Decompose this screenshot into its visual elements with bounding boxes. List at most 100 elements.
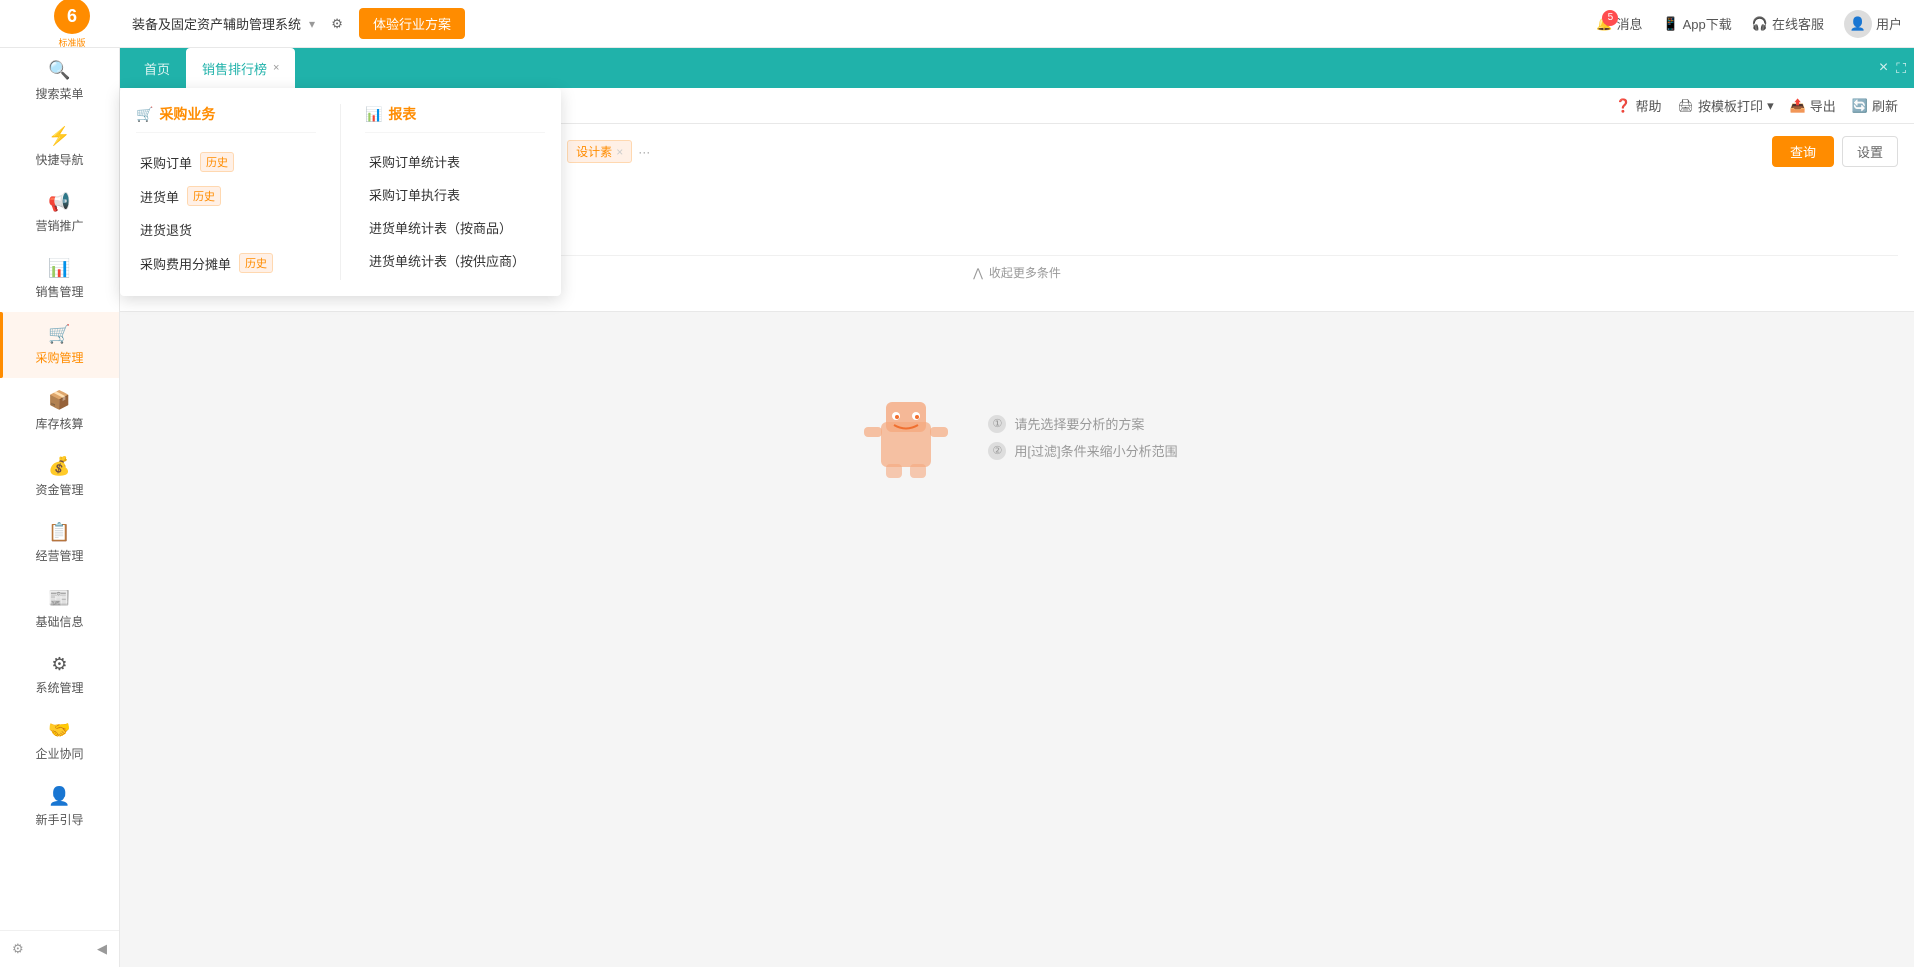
sidebar-item-search[interactable]: 🔍 搜索菜单	[0, 48, 119, 114]
report-inbound-goods-label: 进货单统计表（按商品）	[369, 218, 512, 237]
refresh-label: 刷新	[1872, 96, 1898, 115]
operations-icon: 📋	[48, 522, 70, 543]
industry-button[interactable]: 体验行业方案	[359, 8, 465, 39]
empty-robot-svg	[856, 392, 956, 482]
settings-icon-btn[interactable]: ⚙	[323, 10, 351, 38]
sidebar-collapse-icon[interactable]: ◀	[97, 941, 107, 957]
dropdown-item-purchase-order[interactable]: 采购订单 历史	[136, 145, 316, 179]
dropdown-item-report-inbound-supplier[interactable]: 进货单统计表（按供应商）	[365, 244, 545, 277]
dropdown-item-report-order-stat[interactable]: 采购订单统计表	[365, 145, 545, 178]
print-label: 按模板打印	[1698, 96, 1763, 115]
goods-tag-text: 设计素	[576, 143, 612, 160]
phone-icon: 📱	[1662, 16, 1678, 32]
tab-close-icon[interactable]: ×	[273, 62, 279, 74]
report-order-stat-label: 采购订单统计表	[369, 152, 460, 171]
print-arrow: ▾	[1767, 98, 1774, 114]
dropdown-item-purchase-expense[interactable]: 采购费用分摊单 历史	[136, 246, 316, 280]
tip1-text: 请先选择要分析的方案	[1014, 414, 1144, 433]
purchase-col-title-text: 采购业务	[159, 104, 215, 124]
online-service-label: 在线客服	[1772, 14, 1824, 33]
marketing-icon: 📢	[48, 192, 70, 213]
sidebar-settings-icon[interactable]: ⚙	[12, 941, 24, 957]
goods-tag-close[interactable]: ×	[616, 145, 623, 159]
sidebar-operations-label: 经营管理	[35, 547, 83, 564]
purchase-col: 🛒 采购业务 采购订单 历史 进货单 历史 进货退货 采购费用分摊单 历史	[136, 104, 316, 280]
purchase-expense-history[interactable]: 历史	[239, 253, 273, 273]
dropdown-item-purchase-return[interactable]: 进货退货	[136, 213, 316, 246]
purchase-col-title: 🛒 采购业务	[136, 104, 316, 133]
logo-icon: 6	[54, 0, 90, 34]
query-button[interactable]: 查询	[1772, 136, 1834, 167]
online-service-item[interactable]: 🎧 在线客服	[1752, 14, 1824, 33]
sidebar-item-newbie[interactable]: 👤 新手引导	[0, 774, 119, 840]
sidebar-item-system[interactable]: ⚙ 系统管理	[0, 642, 119, 708]
sidebar-item-sales[interactable]: 📊 销售管理	[0, 246, 119, 312]
user-label: 用户	[1876, 14, 1902, 33]
bell-icon-wrap: 🔔 5	[1596, 16, 1612, 32]
user-item[interactable]: 👤 用户	[1844, 10, 1902, 38]
notification-label: 消息	[1616, 14, 1642, 33]
sidebar-item-stock[interactable]: 📦 库存核算	[0, 378, 119, 444]
sidebar-item-marketing[interactable]: 📢 营销推广	[0, 180, 119, 246]
refresh-icon: 🔄	[1852, 98, 1868, 114]
empty-illustration	[856, 392, 956, 482]
title-dropdown-arrow[interactable]: ▾	[309, 17, 315, 31]
tab-window-close[interactable]: ×	[1879, 59, 1888, 77]
dropdown-item-report-inbound-goods[interactable]: 进货单统计表（按商品）	[365, 211, 545, 244]
help-button[interactable]: ❓ 帮助	[1615, 96, 1661, 115]
sidebar-item-purchase[interactable]: 🛒 采购管理	[0, 312, 119, 378]
tab-window-expand[interactable]: ⛶	[1896, 60, 1906, 77]
tab-right-controls: × ⛶	[1879, 59, 1906, 77]
sidebar-stock-label: 库存核算	[35, 415, 83, 432]
sidebar-search-label: 搜索菜单	[35, 85, 83, 102]
help-label: 帮助	[1636, 96, 1662, 115]
empty-state: ① 请先选择要分析的方案 ② 用[过滤]条件来缩小分析范围	[120, 312, 1914, 562]
purchase-inbound-history[interactable]: 历史	[187, 186, 221, 206]
app-download-label: App下载	[1683, 14, 1732, 33]
basic-info-icon: 📰	[48, 588, 70, 609]
sidebar: 🔍 搜索菜单 ⚡ 快捷导航 📢 营销推广 📊 销售管理 🛒 采购管理 📦 库存核…	[0, 48, 120, 967]
help-icon: ❓	[1615, 98, 1631, 114]
dropdown-item-report-order-exec[interactable]: 采购订单执行表	[365, 178, 545, 211]
report-col: 📊 报表 采购订单统计表 采购订单执行表 进货单统计表（按商品） 进货单统计表（…	[365, 104, 545, 280]
sidebar-item-finance[interactable]: 💰 资金管理	[0, 444, 119, 510]
col-divider	[340, 104, 341, 280]
export-button[interactable]: 📤 导出	[1790, 96, 1836, 115]
export-icon: 📤	[1790, 98, 1806, 114]
goods-more[interactable]: ···	[638, 145, 650, 159]
refresh-button[interactable]: 🔄 刷新	[1852, 96, 1898, 115]
system-icon: ⚙	[51, 654, 67, 675]
quick-nav-icon: ⚡	[48, 126, 70, 147]
sidebar-system-label: 系统管理	[35, 679, 83, 696]
purchase-order-history[interactable]: 历史	[200, 152, 234, 172]
purchase-order-label: 采购订单	[140, 153, 192, 172]
top-header: 6 标准版 装备及固定资产辅助管理系统 ▾ ⚙ 体验行业方案 🔔 5 消息 📱 …	[0, 0, 1914, 48]
tab-sales-rank[interactable]: 销售排行榜 ×	[186, 48, 295, 88]
tab-home[interactable]: 首页	[128, 48, 186, 88]
print-button[interactable]: 🖨 按模板打印 ▾	[1678, 96, 1774, 115]
sidebar-item-quick-nav[interactable]: ⚡ 快捷导航	[0, 114, 119, 180]
sidebar-newbie-label: 新手引导	[35, 811, 83, 828]
collapse-up-icon: ⋀	[973, 266, 983, 280]
notifications-item[interactable]: 🔔 5 消息	[1596, 14, 1642, 33]
empty-tip-2: ② 用[过滤]条件来缩小分析范围	[988, 441, 1177, 460]
app-download-item[interactable]: 📱 App下载	[1662, 14, 1731, 33]
sidebar-quick-nav-label: 快捷导航	[35, 151, 83, 168]
sidebar-marketing-label: 营销推广	[35, 217, 83, 234]
report-col-icon: 📊	[365, 106, 382, 123]
logo-text: 标准版	[58, 36, 85, 49]
action-buttons: 查询 设置	[1772, 136, 1898, 167]
empty-tips: ① 请先选择要分析的方案 ② 用[过滤]条件来缩小分析范围	[988, 414, 1177, 460]
set-button[interactable]: 设置	[1842, 136, 1898, 167]
report-order-exec-label: 采购订单执行表	[369, 185, 460, 204]
sales-icon: 📊	[48, 258, 70, 279]
sidebar-item-basic-info[interactable]: 📰 基础信息	[0, 576, 119, 642]
purchase-dropdown: 🛒 采购业务 采购订单 历史 进货单 历史 进货退货 采购费用分摊单 历史 📊 …	[120, 88, 561, 296]
dropdown-item-purchase-inbound[interactable]: 进货单 历史	[136, 179, 316, 213]
empty-tip-1: ① 请先选择要分析的方案	[988, 414, 1177, 433]
sidebar-item-enterprise[interactable]: 🤝 企业协同	[0, 708, 119, 774]
sidebar-bottom: ⚙ ◀	[0, 930, 119, 967]
tip2-num: ②	[988, 442, 1006, 460]
purchase-inbound-label: 进货单	[140, 187, 179, 206]
sidebar-item-operations[interactable]: 📋 经营管理	[0, 510, 119, 576]
